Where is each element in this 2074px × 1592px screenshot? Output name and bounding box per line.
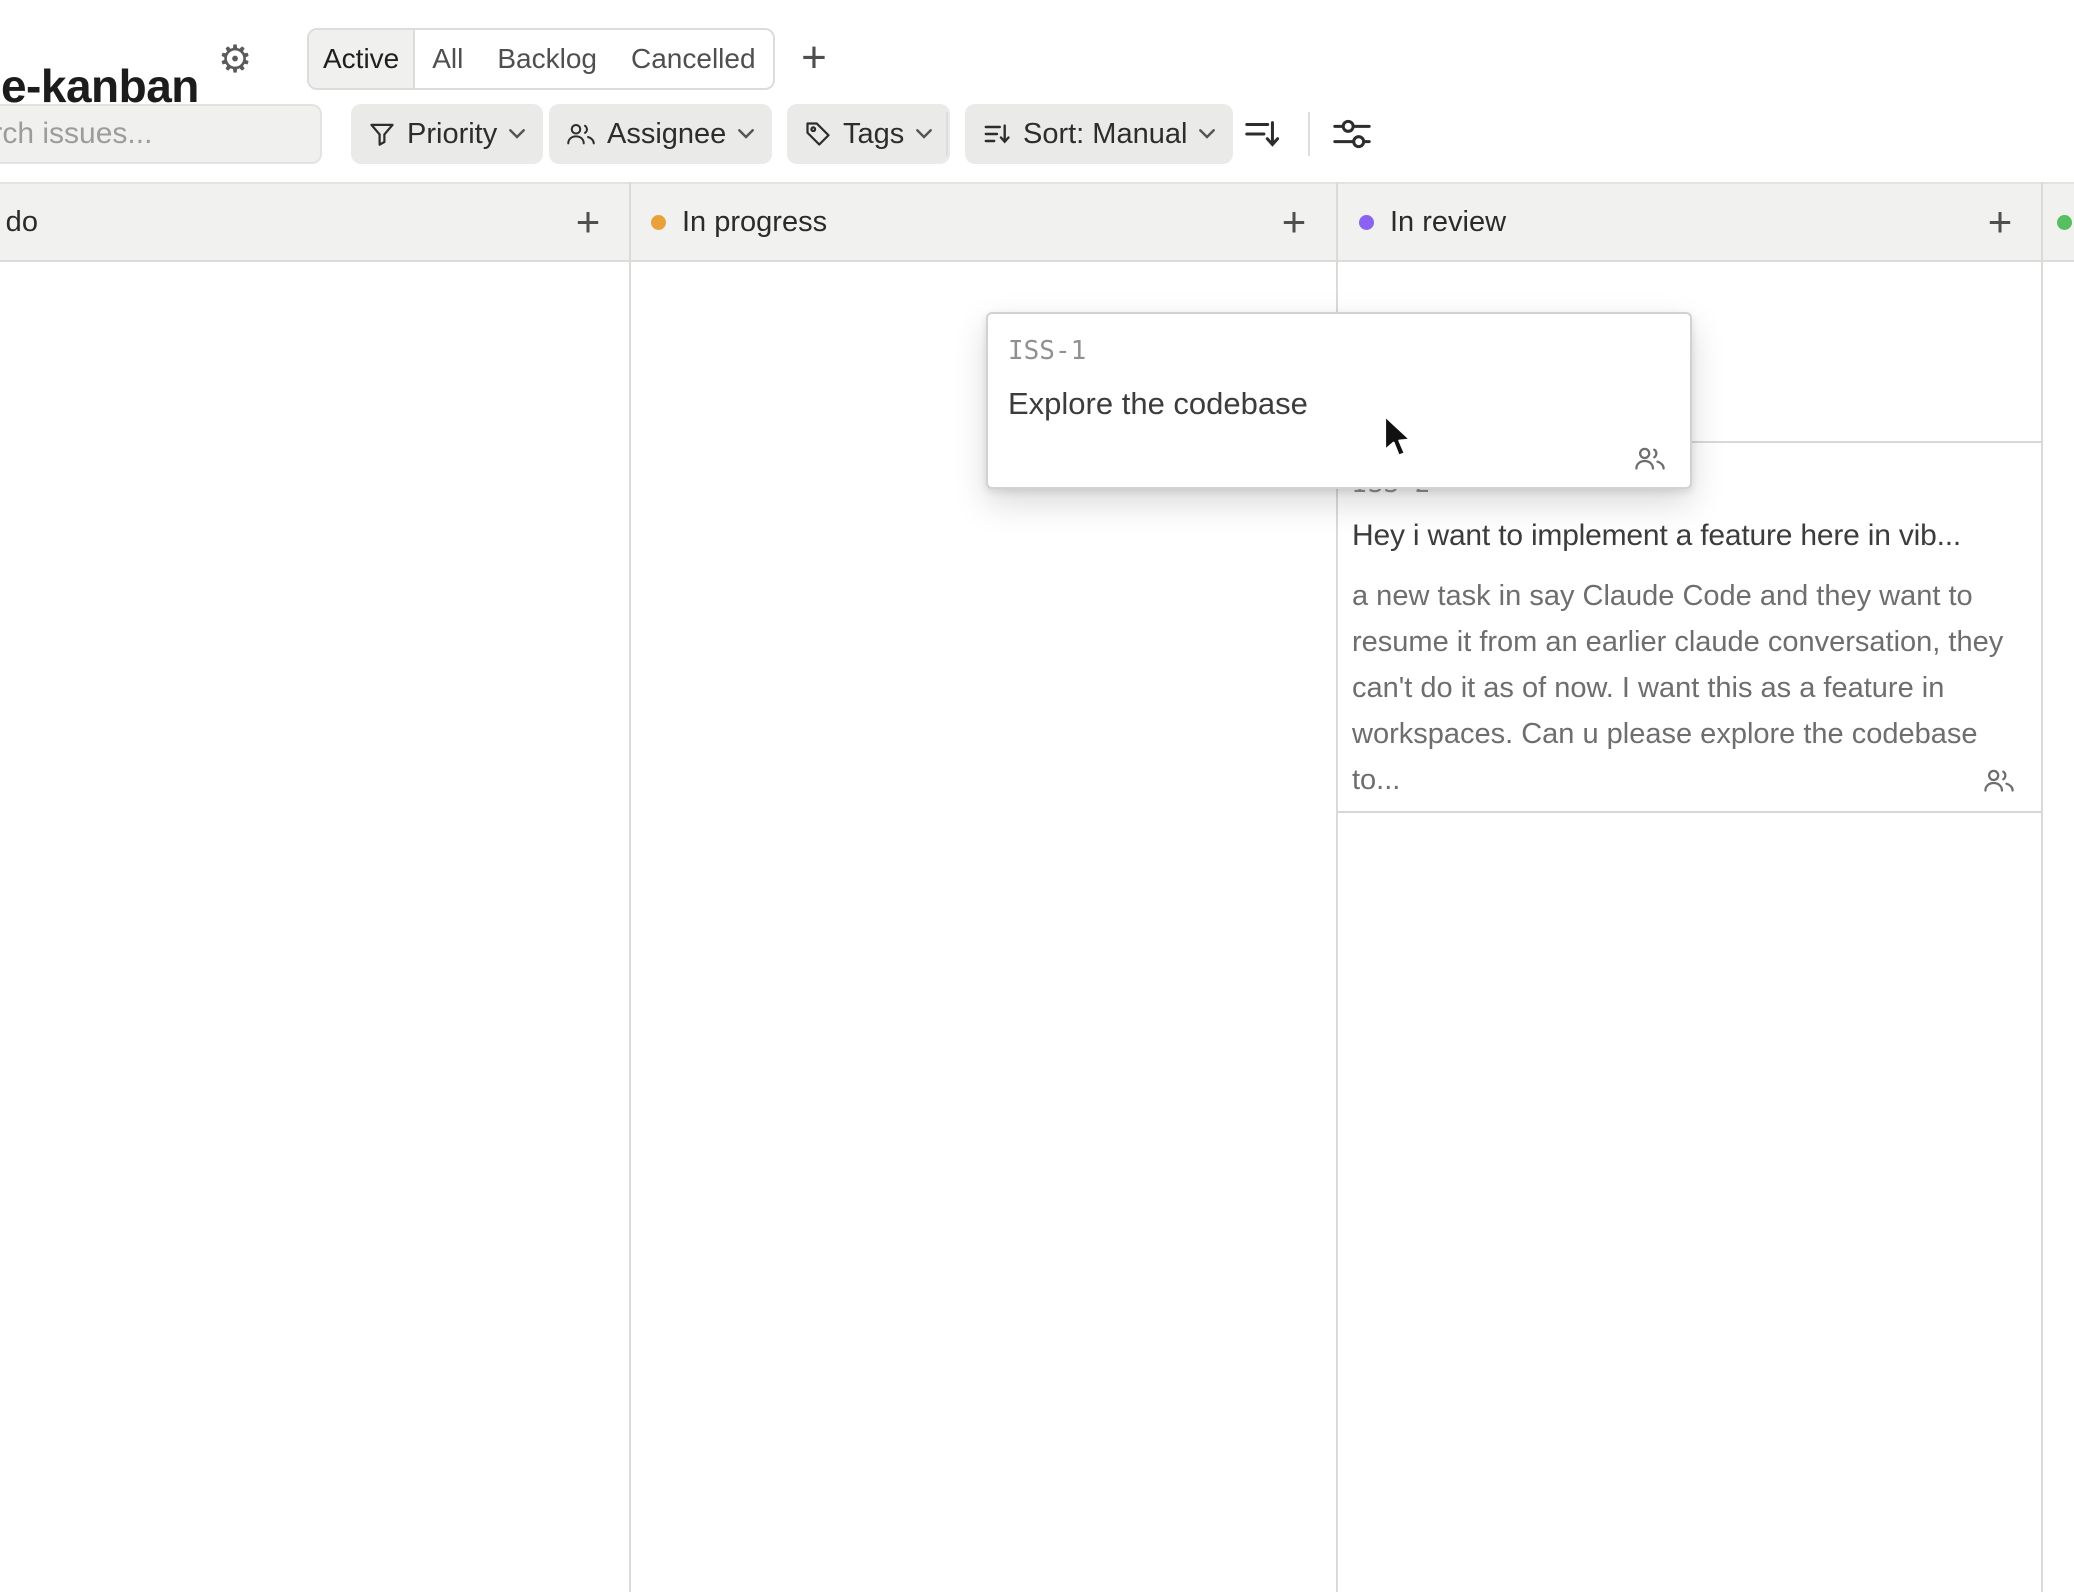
- issue-title: Hey i want to implement a feature here i…: [1352, 519, 2025, 553]
- priority-filter-label: Priority: [407, 118, 497, 151]
- add-card-in-progress-button[interactable]: +: [1270, 198, 1318, 246]
- tab-cancelled[interactable]: Cancelled: [614, 30, 773, 88]
- assignees-icon: [1983, 767, 2015, 799]
- tab-all[interactable]: All: [415, 30, 480, 88]
- mouse-cursor: [1382, 415, 1414, 459]
- add-view-button[interactable]: +: [790, 34, 838, 82]
- funnel-icon: [368, 120, 396, 148]
- view-tabs: Active All Backlog Cancelled: [307, 28, 775, 90]
- sliders-icon: [1331, 114, 1373, 154]
- column-divider: [629, 182, 631, 1592]
- assignee-filter-label: Assignee: [607, 118, 726, 151]
- issue-description: a new task in say Claude Code and they w…: [1352, 573, 2021, 803]
- done-status-dot: [2057, 215, 2072, 230]
- in-review-status-dot: [1359, 215, 1374, 230]
- column-label: In progress: [682, 206, 827, 239]
- column-label: In review: [1390, 206, 1506, 239]
- in-progress-status-dot: [651, 215, 666, 230]
- sort-button[interactable]: Sort: Manual: [965, 104, 1233, 164]
- column-label: To do: [0, 206, 38, 239]
- assignee-filter-button[interactable]: Assignee: [549, 104, 772, 164]
- filterbar-separator: [1308, 112, 1310, 156]
- column-header-in-review: In review: [1359, 182, 1506, 262]
- chevron-down-icon: [508, 128, 526, 140]
- kanban-app: vibe-kanban ⚙ Active All Backlog Cancell…: [0, 0, 2074, 1592]
- sort-descending-icon: [982, 120, 1012, 148]
- tags-filter-button[interactable]: Tags: [787, 104, 950, 164]
- issue-title: Explore the codebase: [1008, 386, 1308, 422]
- add-card-in-review-button[interactable]: +: [1976, 198, 2024, 246]
- board-header-strip: [0, 182, 2074, 262]
- add-card-todo-button[interactable]: +: [564, 198, 612, 246]
- chevron-down-icon: [737, 128, 755, 140]
- search-input[interactable]: [0, 104, 322, 164]
- assignees-icon: [1634, 445, 1666, 477]
- chevron-down-icon: [1198, 128, 1216, 140]
- tags-filter-label: Tags: [843, 118, 904, 151]
- sort-order-button[interactable]: [1238, 110, 1286, 158]
- issue-card[interactable]: ISS-2 Hey i want to implement a feature …: [1338, 443, 2041, 813]
- sort-label: Sort: Manual: [1023, 118, 1187, 151]
- column-header-done: [2057, 182, 2074, 262]
- display-settings-button[interactable]: [1328, 110, 1376, 158]
- priority-filter-button[interactable]: Priority: [351, 104, 543, 164]
- chevron-down-icon: [915, 128, 933, 140]
- tab-active[interactable]: Active: [309, 30, 415, 88]
- sort-descending-icon: [1242, 115, 1282, 153]
- column-header-in-progress: In progress: [651, 182, 827, 262]
- dragged-issue-card[interactable]: ISS-1 Explore the codebase: [986, 312, 1692, 489]
- column-divider: [2041, 182, 2043, 1592]
- filterbar-separator: [946, 112, 948, 156]
- issue-id: ISS-1: [1008, 336, 1086, 366]
- tab-backlog[interactable]: Backlog: [480, 30, 614, 88]
- people-icon: [566, 121, 596, 147]
- column-header-todo: To do: [0, 182, 38, 262]
- tag-icon: [804, 120, 832, 148]
- settings-gear-icon[interactable]: ⚙: [212, 36, 258, 82]
